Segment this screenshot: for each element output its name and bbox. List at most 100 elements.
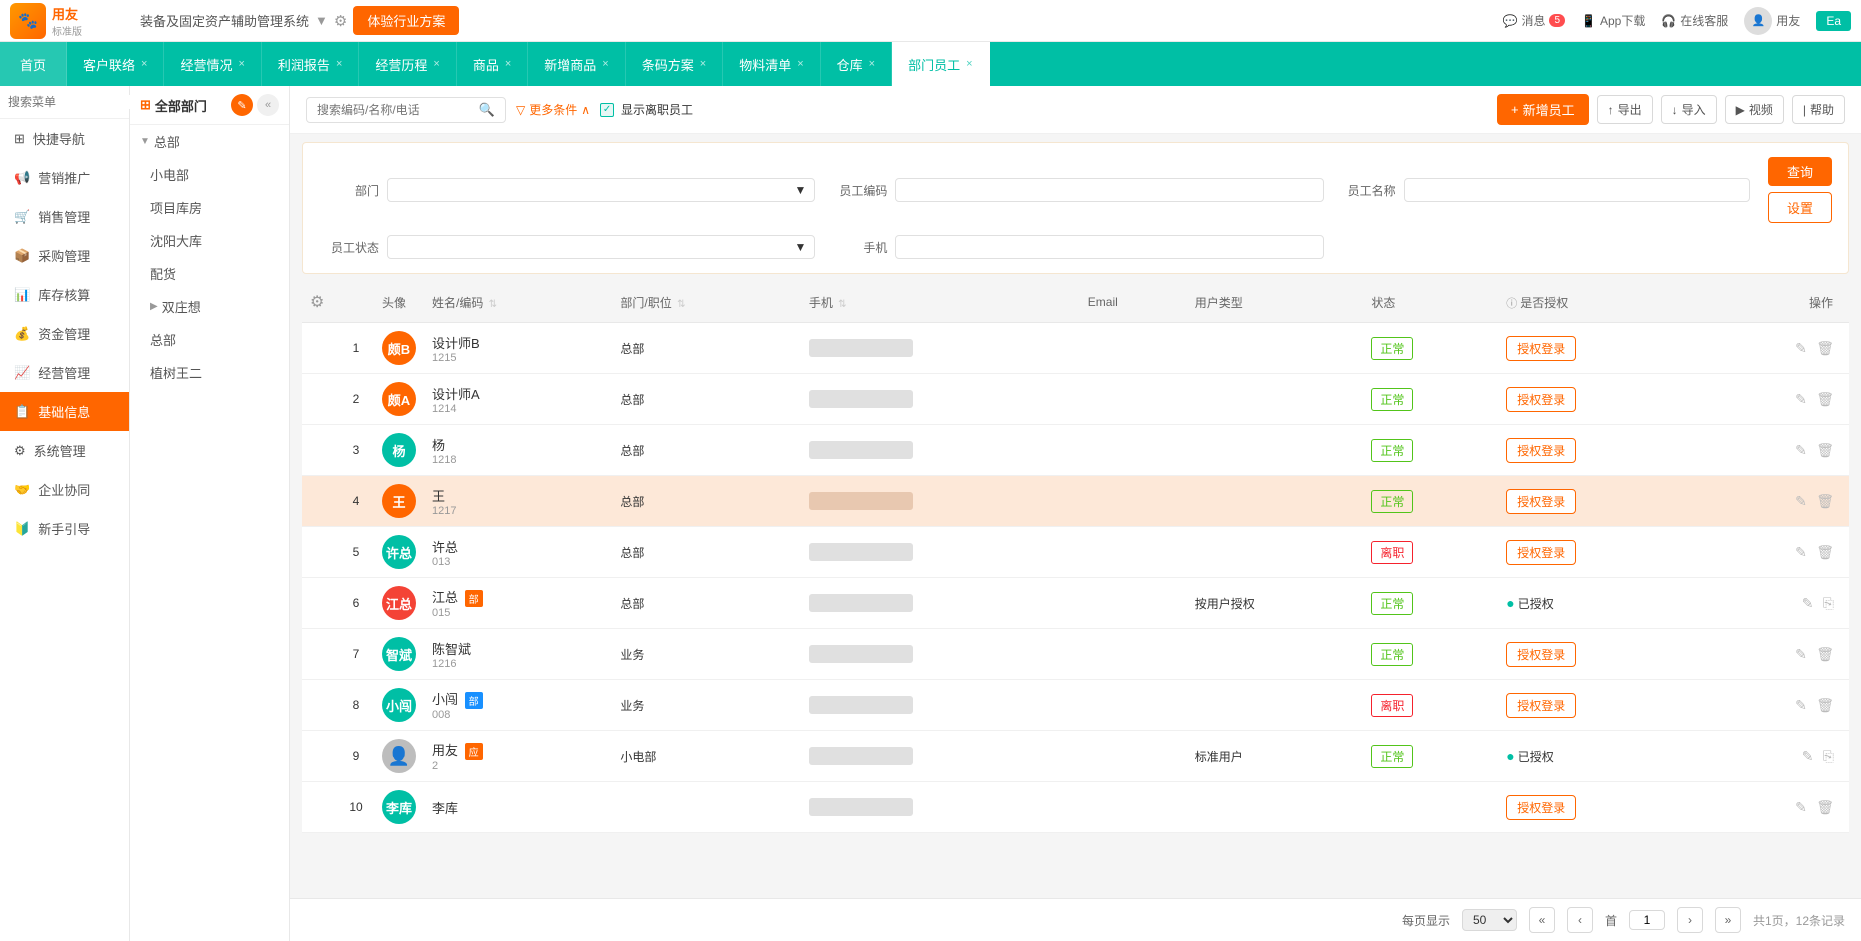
tab-profit-close[interactable]: × [336,58,342,70]
delete-icon[interactable]: 🗑 [1816,340,1834,356]
sidebar-item-basic[interactable]: 📋 基础信息 [0,392,129,431]
tab-new-goods[interactable]: 新增商品 × [528,42,625,86]
auth-btn[interactable]: 授权登录 [1506,642,1576,667]
edit-icon[interactable]: ✎ [1795,544,1807,560]
next-page-btn[interactable]: › [1677,907,1703,933]
tab-barcode[interactable]: 条码方案 × [626,42,723,86]
tree-edit-btn[interactable]: ✎ [231,94,253,116]
tab-operation-close[interactable]: × [238,58,244,70]
more-filter-btn[interactable]: ▽ 更多条件 ∧ [516,101,590,118]
tab-new-goods-close[interactable]: × [602,58,608,70]
edit-icon[interactable]: ✎ [1795,391,1807,407]
prev-page-btn[interactable]: ‹ [1567,907,1593,933]
tab-customer-close[interactable]: × [141,58,147,70]
edit-icon[interactable]: ✎ [1802,748,1814,764]
tab-employees[interactable]: 部门员工 × [892,42,989,86]
edit-icon[interactable]: ✎ [1795,493,1807,509]
copy-icon[interactable]: ⎘ [1823,595,1834,611]
tab-history[interactable]: 经营历程 × [359,42,456,86]
tree-node-project-storage[interactable]: 项目库房 [130,191,289,224]
tab-bom[interactable]: 物料清单 × [723,42,820,86]
tab-operation[interactable]: 经营情况 × [164,42,261,86]
delete-icon[interactable]: 🗑 [1816,697,1834,713]
sidebar-item-finance[interactable]: 💰 资金管理 [0,314,129,353]
sort-icon-name[interactable]: ⇅ [489,299,497,310]
tree-node-hq[interactable]: 总部 [130,323,289,356]
sidebar-item-sales[interactable]: 🛒 销售管理 [0,197,129,236]
tree-node-zhishu[interactable]: 植树王二 [130,356,289,389]
first-page-btn[interactable]: « [1529,907,1555,933]
tab-employees-close[interactable]: × [966,58,972,70]
tab-history-close[interactable]: × [433,58,439,70]
tree-collapse-btn[interactable]: « [257,94,279,116]
phone-input[interactable] [895,235,1323,259]
tree-node-small-elec[interactable]: 小电部 [130,158,289,191]
sidebar-item-inventory[interactable]: 📊 库存核算 [0,275,129,314]
th-name-code[interactable]: 姓名/编码 ⇅ [424,282,612,323]
auth-btn[interactable]: 授权登录 [1506,489,1576,514]
user-avatar-btn[interactable]: 👤 用友 [1744,7,1800,35]
auth-btn[interactable]: 授权登录 [1506,336,1576,361]
auth-btn[interactable]: 授权登录 [1506,795,1576,820]
message-btn[interactable]: 💬 消息 5 [1502,12,1565,29]
auth-btn[interactable]: 授权登录 [1506,693,1576,718]
th-dept[interactable]: 部门/职位 ⇅ [612,282,800,323]
sidebar-search-box[interactable]: 🔍 [0,86,129,119]
tree-node-headquarters[interactable]: ▼ 总部 [130,125,289,158]
tab-bom-close[interactable]: × [797,58,803,70]
edit-icon[interactable]: ✎ [1795,646,1807,662]
empcode-input[interactable] [895,178,1323,202]
sidebar-item-quick[interactable]: ⊞ 快捷导航 [0,119,129,158]
tab-goods-close[interactable]: × [505,58,511,70]
sidebar-item-operation[interactable]: 📈 经营管理 [0,353,129,392]
last-page-btn[interactable]: » [1715,907,1741,933]
auth-btn[interactable]: 授权登录 [1506,387,1576,412]
dept-select[interactable]: ▼ [387,178,815,202]
delete-icon[interactable]: 🗑 [1816,544,1834,560]
tab-profit[interactable]: 利润报告 × [262,42,359,86]
tree-node-distribution[interactable]: 配货 [130,257,289,290]
tree-node-shenyang[interactable]: 沈阳大库 [130,224,289,257]
copy-icon[interactable]: ⎘ [1823,748,1834,764]
import-btn[interactable]: ↓ 导入 [1661,95,1717,124]
edit-icon[interactable]: ✎ [1795,697,1807,713]
view-btn[interactable]: ▶ 视频 [1725,95,1784,124]
delete-icon[interactable]: 🗑 [1816,493,1834,509]
sidebar-item-guide[interactable]: 🔰 新手引导 [0,509,129,548]
search-btn[interactable]: 查询 [1768,157,1832,186]
auth-btn[interactable]: 授权登录 [1506,540,1576,565]
delete-icon[interactable]: 🗑 [1816,442,1834,458]
export-btn[interactable]: ↑ 导出 [1597,95,1653,124]
online-service-btn[interactable]: 🎧 在线客服 [1661,12,1728,29]
gear-icon[interactable]: ⚙ [310,294,324,311]
th-gear[interactable]: ⚙ [302,282,338,323]
edit-icon[interactable]: ✎ [1795,442,1807,458]
search-box[interactable]: 🔍 [306,97,506,123]
edit-icon[interactable]: ✎ [1795,340,1807,356]
delete-icon[interactable]: 🗑 [1816,391,1834,407]
th-phone[interactable]: 手机 ⇅ [801,282,1080,323]
tree-node-shuangzhuang[interactable]: ▶ 双庄想 [130,290,289,323]
edit-icon[interactable]: ✎ [1802,595,1814,611]
tab-warehouse-close[interactable]: × [869,58,875,70]
delete-icon[interactable]: 🗑 [1816,799,1834,815]
trial-button[interactable]: 体验行业方案 [353,6,459,35]
help-btn[interactable]: | 帮助 [1792,95,1845,124]
tab-home[interactable]: 首页 [0,42,67,86]
empstatus-select[interactable]: ▼ [387,235,815,259]
auth-btn[interactable]: 授权登录 [1506,438,1576,463]
sidebar-item-marketing[interactable]: 📢 营销推广 [0,158,129,197]
app-download-btn[interactable]: 📱 App下载 [1581,12,1645,29]
sidebar-item-purchase[interactable]: 📦 采购管理 [0,236,129,275]
page-size-select[interactable]: 50 100 [1462,909,1517,931]
empname-input[interactable] [1404,178,1750,202]
sidebar-item-system[interactable]: ⚙ 系统管理 [0,431,129,470]
sort-icon-phone[interactable]: ⇅ [838,299,846,310]
tab-customer[interactable]: 客户联络 × [67,42,164,86]
app-title-dropdown-icon[interactable]: ▼ [315,13,328,28]
tab-goods[interactable]: 商品 × [457,42,528,86]
edit-icon[interactable]: ✎ [1795,799,1807,815]
tab-barcode-close[interactable]: × [700,58,706,70]
add-employee-btn[interactable]: + 新增员工 [1497,94,1589,125]
sort-icon-dept[interactable]: ⇅ [677,299,685,310]
